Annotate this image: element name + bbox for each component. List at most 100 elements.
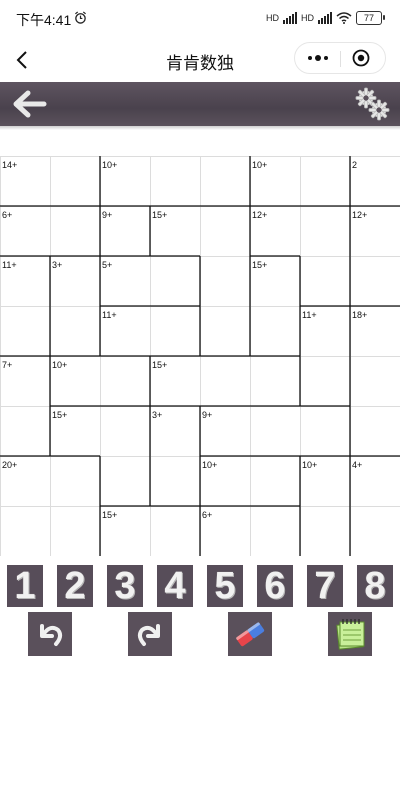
board-cell[interactable] <box>300 506 350 556</box>
cage-label: 15+ <box>252 260 268 270</box>
more-options-button[interactable] <box>295 43 340 73</box>
board-cell[interactable] <box>50 506 100 556</box>
number-key-8[interactable]: 8 <box>357 565 393 607</box>
signal-icon <box>318 12 332 24</box>
board-cell[interactable] <box>200 156 250 206</box>
cage-label: 10+ <box>102 160 118 170</box>
eraser-button[interactable] <box>228 612 272 656</box>
undo-button[interactable] <box>28 612 72 656</box>
kenken-board: 14+ 10+ 10+ 2 6+ 9+ 15+ 12+ 12+ 11+ 3+ 5+ 15+ 11+ 11+ 1… <box>0 156 400 556</box>
number-key-label: 6 <box>264 565 286 607</box>
board-cell[interactable] <box>300 156 350 206</box>
battery-indicator: 77 <box>356 11 385 25</box>
board-cell[interactable] <box>50 206 100 256</box>
board-cell[interactable] <box>250 306 300 356</box>
cage-label: 15+ <box>52 410 68 420</box>
board-cell[interactable] <box>350 256 400 306</box>
number-key-label: 1 <box>14 565 36 607</box>
board-cell[interactable] <box>50 156 100 206</box>
board-cell[interactable] <box>250 356 300 406</box>
number-key-6[interactable]: 6 <box>257 565 293 607</box>
dot-icon <box>323 56 328 60</box>
number-key-2[interactable]: 2 <box>57 565 93 607</box>
cage-label: 12+ <box>252 210 268 220</box>
cage-label: 14+ <box>2 160 18 170</box>
board-cell[interactable] <box>100 356 150 406</box>
board-cell[interactable] <box>250 406 300 456</box>
cage-label: 12+ <box>352 210 368 220</box>
wifi-icon <box>336 12 352 24</box>
number-keypad: 12345678 <box>0 565 400 609</box>
redo-button[interactable] <box>128 612 172 656</box>
board-cell[interactable] <box>300 406 350 456</box>
board-cell[interactable] <box>250 456 300 506</box>
board-cell[interactable] <box>200 356 250 406</box>
board-cell[interactable] <box>150 156 200 206</box>
number-key-label: 3 <box>114 565 136 607</box>
board-cell[interactable] <box>150 506 200 556</box>
board-cell[interactable] <box>200 256 250 306</box>
number-key-7[interactable]: 7 <box>307 565 343 607</box>
cage-label: 4+ <box>352 460 363 470</box>
status-bar: 下午4:41 HD HD 77 <box>0 0 400 36</box>
board-cell[interactable] <box>150 456 200 506</box>
cage-label: 10+ <box>252 160 268 170</box>
board-cell[interactable] <box>0 306 50 356</box>
status-icons: HD HD 77 <box>266 10 385 26</box>
board-cell[interactable] <box>300 256 350 306</box>
navigation-bar: 肯肯数独 <box>0 38 400 82</box>
number-key-1[interactable]: 1 <box>7 565 43 607</box>
action-bar <box>0 612 400 658</box>
number-key-label: 8 <box>364 565 386 607</box>
notes-button[interactable] <box>328 612 372 656</box>
cage-label: 6+ <box>202 510 213 520</box>
cage-label: 15+ <box>152 360 168 370</box>
board-cell[interactable] <box>0 406 50 456</box>
network-label: HD <box>266 13 279 23</box>
capsule-divider <box>340 51 341 67</box>
notepad-icon <box>336 619 365 650</box>
board-cell[interactable] <box>200 206 250 256</box>
board-cell[interactable] <box>350 156 400 206</box>
dot-icon <box>307 56 312 60</box>
mini-program-capsule <box>294 42 386 74</box>
signal-icon <box>283 12 297 24</box>
cage-label: 10+ <box>202 460 218 470</box>
close-target-icon[interactable] <box>352 49 370 67</box>
number-key-5[interactable]: 5 <box>207 565 243 607</box>
number-key-label: 2 <box>64 565 86 607</box>
status-time: 下午4:41 <box>16 12 72 28</box>
board-cell[interactable] <box>250 506 300 556</box>
cage-label: 3+ <box>152 410 163 420</box>
board-cell[interactable] <box>350 506 400 556</box>
board-cell[interactable] <box>300 206 350 256</box>
dot-icon <box>314 55 321 61</box>
board-cell[interactable] <box>300 356 350 406</box>
board-cell[interactable] <box>0 506 50 556</box>
board-cell[interactable] <box>350 406 400 456</box>
cage-label: 10+ <box>302 460 318 470</box>
cage-label: 20+ <box>2 460 18 470</box>
board-cell[interactable] <box>150 256 200 306</box>
board-cell[interactable] <box>150 306 200 356</box>
cage-label: 9+ <box>202 410 213 420</box>
back-arrow-icon[interactable] <box>8 88 48 120</box>
cage-label: 15+ <box>102 510 118 520</box>
board-cell[interactable] <box>100 406 150 456</box>
cage-label: 18+ <box>352 310 368 320</box>
settings-gears-icon[interactable] <box>354 86 392 122</box>
cage-label: 5+ <box>102 260 113 270</box>
redo-icon <box>137 624 160 646</box>
number-key-3[interactable]: 3 <box>107 565 143 607</box>
board-cell[interactable] <box>50 456 100 506</box>
game-toolbar <box>0 82 400 126</box>
board-cell[interactable] <box>350 356 400 406</box>
cage-label: 11+ <box>302 310 317 320</box>
number-key-4[interactable]: 4 <box>157 565 193 607</box>
number-key-label: 5 <box>214 565 236 607</box>
board-cell[interactable] <box>200 306 250 356</box>
board-cell[interactable] <box>50 306 100 356</box>
board-cell[interactable] <box>100 456 150 506</box>
cage-label: 15+ <box>152 210 168 220</box>
number-key-label: 4 <box>164 565 186 607</box>
